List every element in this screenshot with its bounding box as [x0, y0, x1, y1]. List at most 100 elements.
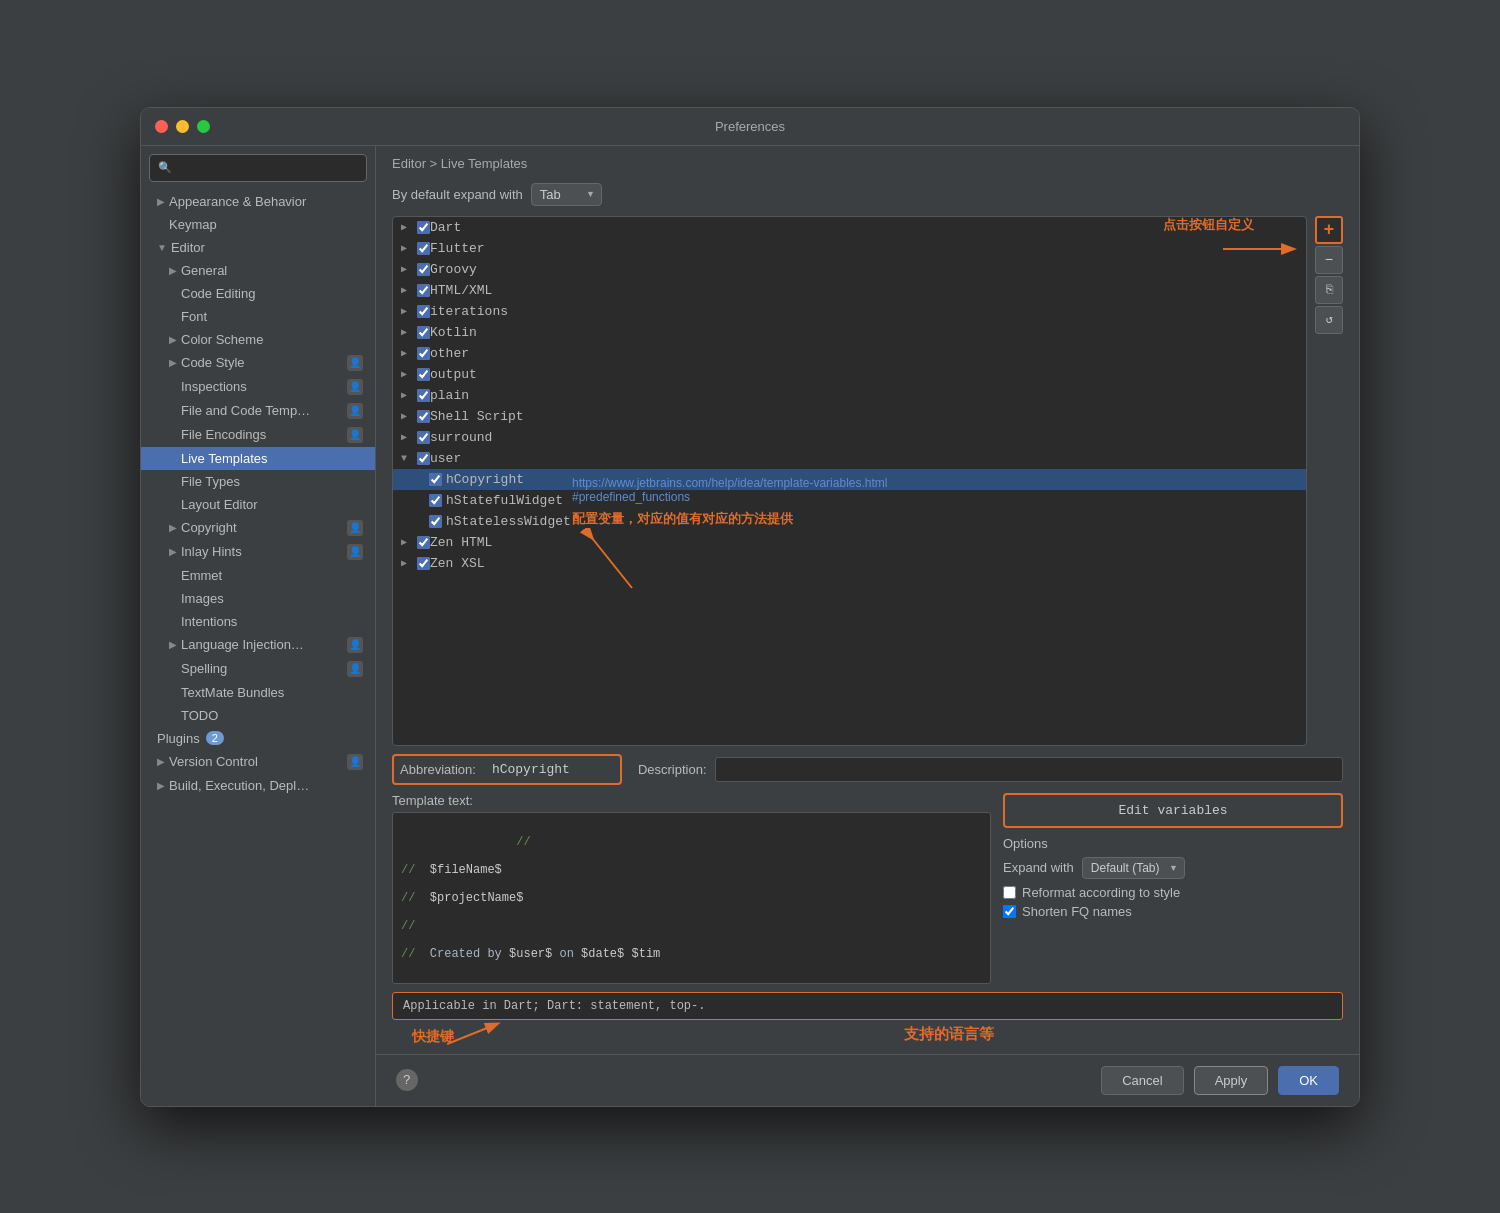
options-title: Options [1003, 836, 1343, 851]
sidebar-item-label: Emmet [181, 568, 222, 583]
sync-badge-icon: 👤 [347, 754, 363, 770]
template-group-iterations[interactable]: ▶ iterations [393, 301, 1306, 322]
apply-button[interactable]: Apply [1194, 1066, 1269, 1095]
flutter-checkbox[interactable] [417, 242, 430, 255]
abbreviation-input[interactable] [484, 758, 614, 781]
hstatefulwidget-checkbox[interactable] [429, 494, 442, 507]
dart-checkbox[interactable] [417, 221, 430, 234]
sidebar-item-images[interactable]: Images [141, 587, 375, 610]
maximize-button[interactable] [197, 120, 210, 133]
cancel-button[interactable]: Cancel [1101, 1066, 1183, 1095]
collapse-arrow-icon: ▶ [401, 221, 413, 233]
template-hstatelesswidget[interactable]: hStatelessWidget [393, 511, 1306, 532]
sidebar-item-file-types[interactable]: File Types [141, 470, 375, 493]
kotlin-checkbox[interactable] [417, 326, 430, 339]
shorten-label: Shorten FQ names [1022, 904, 1132, 919]
expand-with-select[interactable]: Tab Space Enter [531, 183, 602, 206]
preferences-window: Preferences 🔍 ▶ Appearance & Behavior Ke… [140, 107, 1360, 1107]
templates-list: ▶ Dart ▶ Flutter ▶ [392, 216, 1307, 746]
template-group-surround[interactable]: ▶ surround [393, 427, 1306, 448]
sidebar-item-editor[interactable]: ▼ Editor [141, 236, 375, 259]
template-group-dart[interactable]: ▶ Dart [393, 217, 1306, 238]
template-hcopyright[interactable]: hCopyright [393, 469, 1306, 490]
iterations-checkbox[interactable] [417, 305, 430, 318]
sidebar-item-label: File and Code Temp… [181, 403, 310, 418]
edit-variables-button[interactable]: Edit variables [1003, 793, 1343, 828]
sidebar-item-live-templates[interactable]: Live Templates [141, 447, 375, 470]
template-group-output[interactable]: ▶ output [393, 364, 1306, 385]
close-button[interactable] [155, 120, 168, 133]
sidebar-item-code-editing[interactable]: Code Editing [141, 282, 375, 305]
sidebar-item-emmet[interactable]: Emmet [141, 564, 375, 587]
hcopyright-checkbox[interactable] [429, 473, 442, 486]
template-group-htmlxml[interactable]: ▶ HTML/XML [393, 280, 1306, 301]
zenhtml-checkbox[interactable] [417, 536, 430, 549]
shorten-checkbox[interactable] [1003, 905, 1016, 918]
group-label: surround [430, 430, 492, 445]
sidebar-item-textmate-bundles[interactable]: TextMate Bundles [141, 681, 375, 704]
template-group-zenhtml[interactable]: ▶ Zen HTML [393, 532, 1306, 553]
groovy-checkbox[interactable] [417, 263, 430, 276]
template-group-plain[interactable]: ▶ plain [393, 385, 1306, 406]
template-group-other[interactable]: ▶ other [393, 343, 1306, 364]
sidebar-item-copyright[interactable]: ▶ Copyright 👤 [141, 516, 375, 540]
output-checkbox[interactable] [417, 368, 430, 381]
zenxsl-checkbox[interactable] [417, 557, 430, 570]
expand-with-options-select[interactable]: Default (Tab) Tab Space Enter [1082, 857, 1185, 879]
sidebar-item-build-execution[interactable]: ▶ Build, Execution, Depl… [141, 774, 375, 797]
sync-badge-icon: 👤 [347, 379, 363, 395]
sidebar-item-code-style[interactable]: ▶ Code Style 👤 [141, 351, 375, 375]
template-group-flutter[interactable]: ▶ Flutter [393, 238, 1306, 259]
search-box[interactable]: 🔍 [149, 154, 367, 182]
template-group-shell[interactable]: ▶ Shell Script [393, 406, 1306, 427]
user-checkbox[interactable] [417, 452, 430, 465]
sidebar-item-plugins[interactable]: Plugins 2 [141, 727, 375, 750]
shorten-option-row: Shorten FQ names [1003, 904, 1343, 919]
sidebar-item-label: Editor [171, 240, 205, 255]
applicable-bar[interactable]: Applicable in Dart; Dart: statement, top… [392, 992, 1343, 1020]
sidebar-item-label: Plugins [157, 731, 200, 746]
sidebar-item-label: Build, Execution, Depl… [169, 778, 309, 793]
htmlxml-checkbox[interactable] [417, 284, 430, 297]
template-group-user[interactable]: ▼ user [393, 448, 1306, 469]
remove-template-button[interactable]: − [1315, 246, 1343, 274]
template-hstatefulwidget[interactable]: hStatefulWidget [393, 490, 1306, 511]
help-icon[interactable]: ? [396, 1069, 418, 1091]
template-text-area[interactable]: // // $fileName$ // $projectName$ // // … [392, 812, 991, 984]
sidebar-item-version-control[interactable]: ▶ Version Control 👤 [141, 750, 375, 774]
plain-checkbox[interactable] [417, 389, 430, 402]
minimize-button[interactable] [176, 120, 189, 133]
revert-template-button[interactable]: ↺ [1315, 306, 1343, 334]
sidebar-item-file-encodings[interactable]: File Encodings 👤 [141, 423, 375, 447]
shell-checkbox[interactable] [417, 410, 430, 423]
add-template-button[interactable]: + [1315, 216, 1343, 244]
sidebar-item-keymap[interactable]: Keymap [141, 213, 375, 236]
template-group-zenxsl[interactable]: ▶ Zen XSL [393, 553, 1306, 574]
sidebar-item-inlay-hints[interactable]: ▶ Inlay Hints 👤 [141, 540, 375, 564]
description-input[interactable] [715, 757, 1343, 782]
detail-panel: Abbreviation: Description: Template text… [392, 746, 1343, 1054]
sidebar-item-inspections[interactable]: Inspections 👤 [141, 375, 375, 399]
sidebar-item-spelling[interactable]: Spelling 👤 [141, 657, 375, 681]
sidebar-item-intentions[interactable]: Intentions [141, 610, 375, 633]
sidebar-item-layout-editor[interactable]: Layout Editor [141, 493, 375, 516]
template-group-kotlin[interactable]: ▶ Kotlin [393, 322, 1306, 343]
sidebar-item-language-injection[interactable]: ▶ Language Injection… 👤 [141, 633, 375, 657]
support-label: 支持的语言等 [904, 1025, 994, 1044]
surround-checkbox[interactable] [417, 431, 430, 444]
hstatelesswidget-checkbox[interactable] [429, 515, 442, 528]
sidebar-item-font[interactable]: Font [141, 305, 375, 328]
ok-button[interactable]: OK [1278, 1066, 1339, 1095]
sidebar-item-general[interactable]: ▶ General [141, 259, 375, 282]
group-label: plain [430, 388, 469, 403]
reformat-checkbox[interactable] [1003, 886, 1016, 899]
sidebar-item-color-scheme[interactable]: ▶ Color Scheme [141, 328, 375, 351]
expand-with-options-label: Expand with [1003, 860, 1074, 875]
expand-arrow-icon: ▶ [169, 334, 177, 345]
template-group-groovy[interactable]: ▶ Groovy [393, 259, 1306, 280]
sidebar-item-todo[interactable]: TODO [141, 704, 375, 727]
copy-template-button[interactable]: ⎘ [1315, 276, 1343, 304]
sidebar-item-appearance[interactable]: ▶ Appearance & Behavior [141, 190, 375, 213]
sidebar-item-file-code-templates[interactable]: File and Code Temp… 👤 [141, 399, 375, 423]
other-checkbox[interactable] [417, 347, 430, 360]
